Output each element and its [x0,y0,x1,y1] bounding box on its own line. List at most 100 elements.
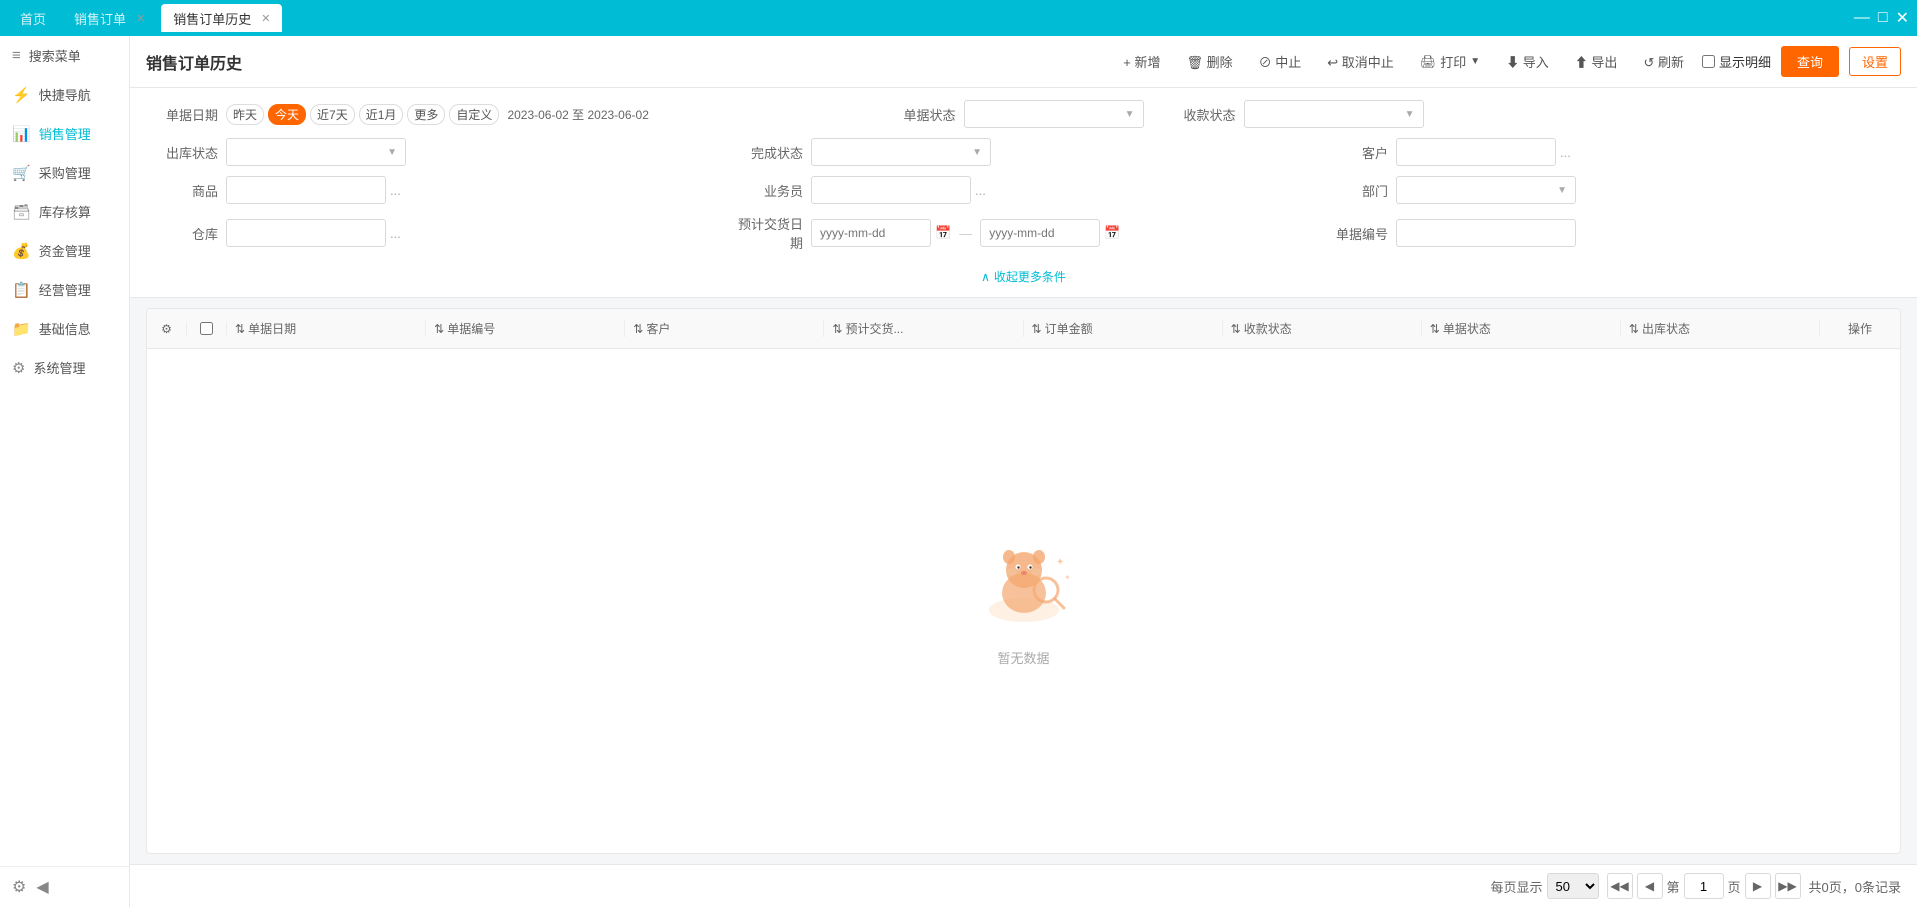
complete-status-select[interactable]: ▼ [811,138,991,166]
goods-dots-button[interactable]: ... [386,183,405,198]
refresh-button[interactable]: ↺ 刷新 [1635,48,1692,75]
table-area: ⚙ ⇅ 单据日期 ⇅ 单据编号 ⇅ 客户 [130,298,1917,864]
goods-control: ... [226,176,731,204]
search-menu-icon: ≡ [12,47,21,64]
expected-date-end[interactable] [980,219,1100,247]
out-status-control: ▼ [226,138,731,166]
payment-status-select[interactable]: ▼ [1244,100,1424,128]
th-expected-date-icon: ⇅ [832,322,842,336]
warehouse-input[interactable] [226,219,386,247]
doc-status-label: 单据状态 [884,105,964,124]
sidebar-settings-icon[interactable]: ⚙ [12,877,26,897]
customer-label: 客户 [1316,143,1396,162]
dept-select[interactable]: ▼ [1396,176,1576,204]
sidebar-item-operations-mgmt-label: 经营管理 [39,280,91,299]
th-doc-status-label: 单据状态 [1443,320,1491,337]
tab-sales-order-close[interactable]: ✕ [136,12,145,25]
calendar-end-icon[interactable]: 📅 [1104,225,1120,241]
window-restore-icon[interactable]: □ [1878,9,1888,27]
goods-input[interactable] [226,176,386,204]
last-page-button[interactable]: ▶▶ [1775,873,1801,899]
customer-dots-button[interactable]: ... [1556,145,1575,160]
sidebar-item-sales-mgmt[interactable]: 📊 销售管理 [0,114,129,153]
per-page-select[interactable]: 10 20 50 100 [1547,873,1599,899]
dept-label: 部门 [1316,181,1396,200]
sidebar-item-basic-info[interactable]: 📁 基础信息 [0,309,129,348]
th-payment-status: ⇅ 收款状态 [1223,320,1422,337]
sidebar-item-finance-mgmt[interactable]: 💰 资金管理 [0,231,129,270]
th-payment-status-label: 收款状态 [1244,320,1292,337]
page-number-input[interactable] [1684,873,1724,899]
date-tag-yesterday[interactable]: 昨天 [226,104,264,125]
collapse-up-icon: ∧ [981,270,990,284]
expected-date-start[interactable] [811,219,931,247]
out-status-select[interactable]: ▼ [226,138,406,166]
select-all-checkbox[interactable] [200,322,213,335]
tab-sales-order[interactable]: 销售订单 ✕ [62,4,157,32]
sidebar: ≡ 搜索菜单 ⚡ 快捷导航 📊 销售管理 🛒 采购管理 🗃 库存核算 💰 资金管… [0,36,130,907]
date-tag-1month[interactable]: 近1月 [359,104,404,125]
settings-button[interactable]: 设置 [1849,47,1901,76]
show-detail-checkbox[interactable] [1702,55,1715,68]
first-page-button[interactable]: ◀◀ [1607,873,1633,899]
out-status-label: 出库状态 [146,143,226,162]
sidebar-item-operations-mgmt[interactable]: 📋 经营管理 [0,270,129,309]
sidebar-item-purchase-mgmt-label: 采购管理 [39,163,91,182]
sidebar-item-inventory-calc[interactable]: 🗃 库存核算 [0,192,129,231]
toolbar: + 新增 🗑 删除 ⊘ 中止 ↩ 取消中止 🖨 打印 ▼ ⬇ 导入 ⬆ 导出 ↺… [1115,46,1901,77]
tab-home-label: 首页 [20,9,46,28]
new-button[interactable]: + 新增 [1115,48,1168,75]
query-button[interactable]: 查询 [1781,46,1839,77]
sidebar-item-search-menu[interactable]: ≡ 搜索菜单 [0,36,129,75]
salesman-input[interactable] [811,176,971,204]
doc-no-input[interactable] [1396,219,1576,247]
tab-home[interactable]: 首页 [8,4,58,32]
dept-arrow-icon: ▼ [1557,185,1567,196]
collapse-more-button[interactable]: ∧ 收起更多条件 [146,262,1901,285]
date-tag-more[interactable]: 更多 [407,104,445,125]
th-doc-no-icon: ⇅ [434,322,444,336]
purchase-mgmt-icon: 🛒 [12,164,31,182]
pagination-bar: 每页显示 10 20 50 100 ◀◀ ◀ 第 页 ▶ ▶▶ 共0页，0条记录 [130,864,1917,907]
window-close-icon[interactable]: ✕ [1896,8,1909,28]
tab-sales-order-history[interactable]: 销售订单历史 ✕ [161,4,282,32]
sidebar-item-quick-nav[interactable]: ⚡ 快捷导航 [0,75,129,114]
cancel-stop-button[interactable]: ↩ 取消中止 [1319,48,1402,75]
system-mgmt-icon: ⚙ [12,359,25,377]
tab-sales-order-history-close[interactable]: ✕ [261,12,270,25]
export-button[interactable]: ⬆ 导出 [1567,48,1626,75]
sidebar-item-purchase-mgmt[interactable]: 🛒 采购管理 [0,153,129,192]
next-page-button[interactable]: ▶ [1745,873,1771,899]
prev-page-button[interactable]: ◀ [1637,873,1663,899]
doc-status-select[interactable]: ▼ [964,100,1144,128]
calendar-start-icon[interactable]: 📅 [935,225,951,241]
customer-input[interactable] [1396,138,1556,166]
sidebar-item-system-mgmt[interactable]: ⚙ 系统管理 [0,348,129,387]
th-settings[interactable]: ⚙ [147,322,187,336]
content-area: 销售订单历史 + 新增 🗑 删除 ⊘ 中止 ↩ 取消中止 🖨 打印 ▼ ⬇ 导入… [130,36,1917,907]
sidebar-collapse-icon[interactable]: ◀ [36,877,48,897]
sidebar-item-search-menu-label: 搜索菜单 [29,46,81,65]
warehouse-dots-button[interactable]: ... [386,226,405,241]
show-detail-checkbox-label[interactable]: 显示明细 [1702,52,1771,71]
th-doc-no-label: 单据编号 [447,320,495,337]
date-tag-custom[interactable]: 自定义 [449,104,499,125]
print-button[interactable]: 🖨 打印 ▼ [1412,48,1488,75]
per-page-control: 每页显示 10 20 50 100 [1490,873,1598,899]
column-settings-icon[interactable]: ⚙ [161,322,172,336]
stop-button[interactable]: ⊘ 中止 [1251,48,1310,75]
filter-area: 单据日期 昨天 今天 近7天 近1月 更多 自定义 2023-06-02 至 2… [130,88,1917,298]
date-tag-7days[interactable]: 近7天 [310,104,355,125]
th-expected-date: ⇅ 预计交货... [824,320,1023,337]
tab-sales-order-history-label: 销售订单历史 [173,9,251,28]
goods-label: 商品 [146,181,226,200]
page-word-before: 第 [1667,877,1680,896]
delete-button[interactable]: 🗑 删除 [1178,48,1240,75]
complete-status-arrow-icon: ▼ [972,147,982,158]
window-minimize-icon[interactable]: — [1854,9,1870,27]
th-expected-date-label: 预计交货... [845,320,903,337]
date-tag-today[interactable]: 今天 [268,104,306,125]
th-customer-label: 客户 [646,320,670,337]
salesman-dots-button[interactable]: ... [971,183,990,198]
import-button[interactable]: ⬇ 导入 [1498,48,1557,75]
